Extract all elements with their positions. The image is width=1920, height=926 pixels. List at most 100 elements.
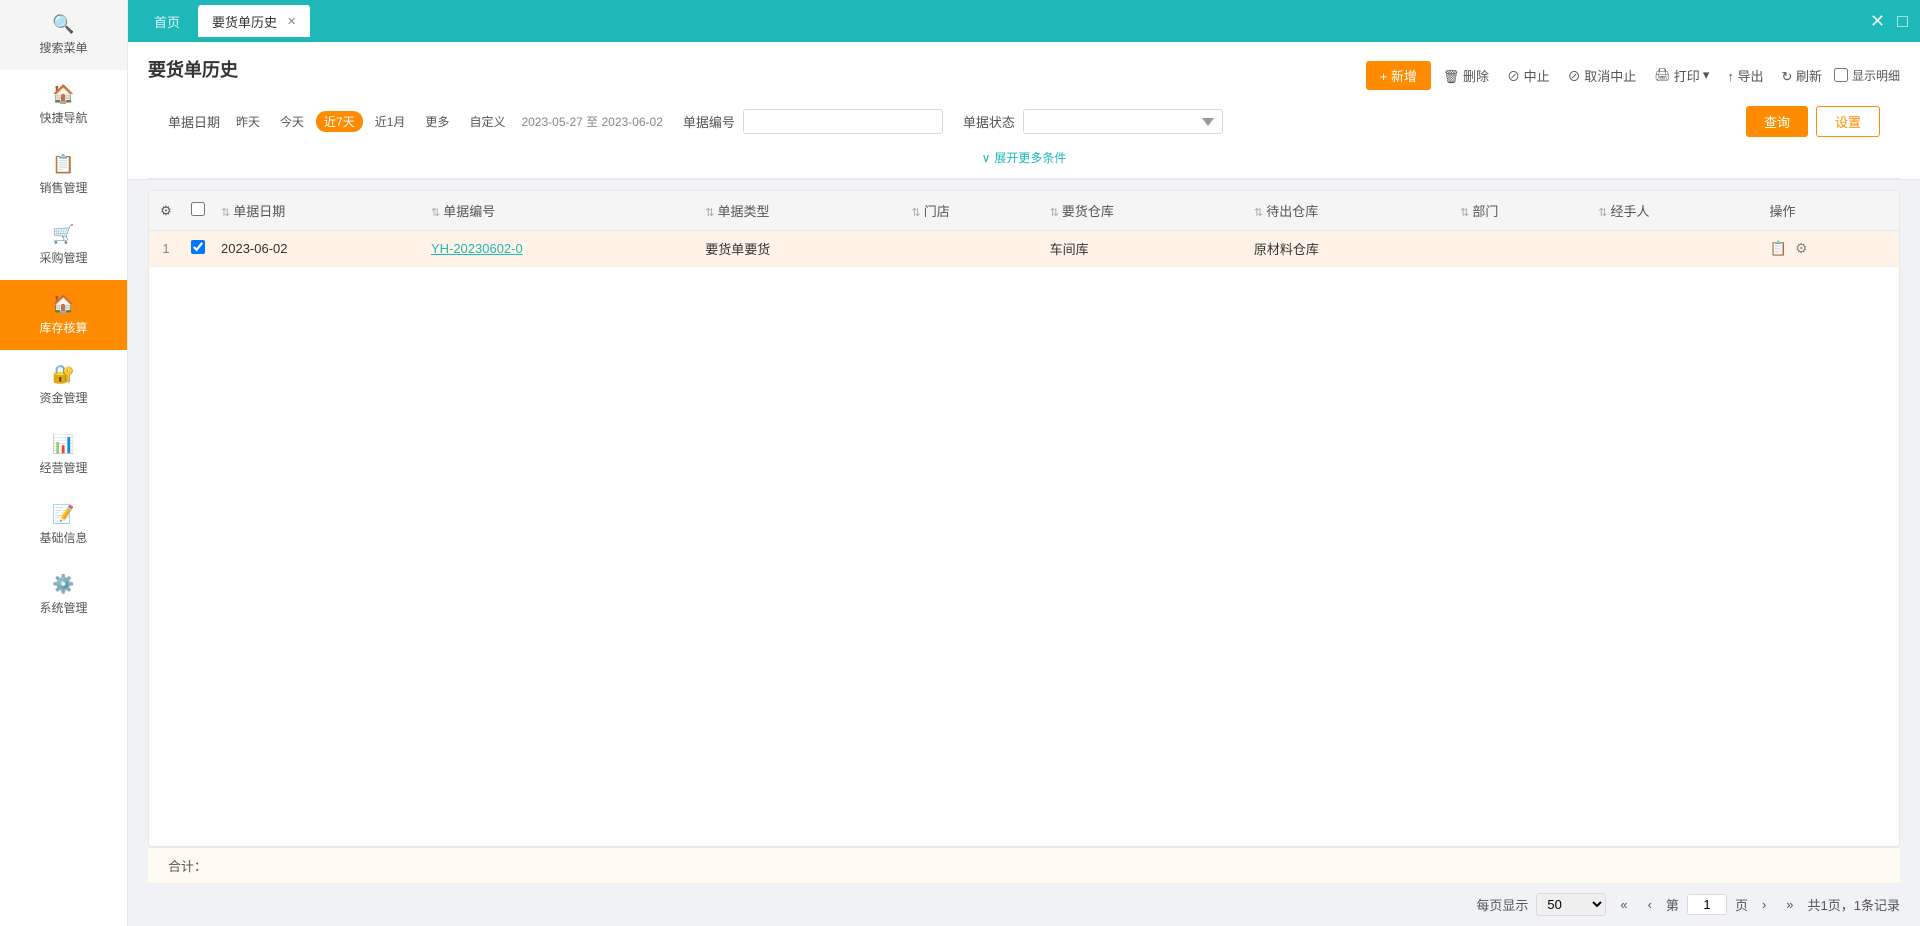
page-header: 要货单历史 + 新增 🗑 删除 ⊘ 中止 ⊘ 取消中止 🖨 打印 ▾ ↑ 导出 … bbox=[128, 42, 1920, 180]
row-checkbox-cell bbox=[183, 231, 213, 267]
col-dept[interactable]: 部门 bbox=[1452, 191, 1590, 231]
table-container: ⚙ 单据日期 单据编号 单据类型 门店 要货仓库 待出仓库 部门 经手人 操作 bbox=[148, 190, 1900, 847]
print-label: 打印 bbox=[1674, 66, 1700, 85]
row-doc-number[interactable]: YH-20230602-0 bbox=[423, 231, 697, 267]
select-all-checkbox[interactable] bbox=[191, 202, 205, 216]
purchase-icon: 🛒 bbox=[52, 224, 74, 245]
date-btn-today[interactable]: 今天 bbox=[272, 111, 312, 132]
sidebar-item-ops[interactable]: 📊 经营管理 bbox=[0, 420, 127, 490]
tab-requisition-label: 要货单历史 bbox=[212, 12, 277, 31]
next-page-btn[interactable]: › bbox=[1756, 895, 1772, 914]
col-doc-date[interactable]: 单据日期 bbox=[213, 191, 423, 231]
row-checkbox[interactable] bbox=[191, 240, 205, 254]
print-icon: 🖨 bbox=[1654, 67, 1671, 83]
sidebar-item-sys[interactable]: ⚙️ 系统管理 bbox=[0, 560, 127, 630]
date-btn-custom[interactable]: 自定义 bbox=[461, 111, 513, 132]
settings-button[interactable]: 设置 bbox=[1816, 106, 1880, 137]
sidebar-item-inventory[interactable]: 🏠 库存核算 bbox=[0, 280, 127, 350]
basic-info-icon: 📝 bbox=[52, 504, 74, 525]
page-title: 要货单历史 bbox=[148, 56, 238, 82]
summary-bar: 合计： bbox=[148, 847, 1900, 883]
col-req-warehouse[interactable]: 要货仓库 bbox=[1042, 191, 1246, 231]
sidebar-item-label: 快捷导航 bbox=[39, 109, 87, 126]
tab-home[interactable]: 首页 bbox=[140, 5, 194, 37]
doc-number-input[interactable] bbox=[743, 109, 943, 134]
date-btn-7days[interactable]: 近7天 bbox=[316, 111, 363, 132]
current-page-input[interactable] bbox=[1687, 894, 1727, 915]
row-doc-type: 要货单要货 bbox=[697, 231, 903, 267]
sidebar-item-quick-nav[interactable]: 🏠 快捷导航 bbox=[0, 70, 127, 140]
row-dept bbox=[1452, 231, 1590, 267]
table-header-row: ⚙ 单据日期 单据编号 单据类型 门店 要货仓库 待出仓库 部门 经手人 操作 bbox=[149, 191, 1899, 231]
sidebar-item-label: 搜索菜单 bbox=[39, 39, 87, 56]
export-button[interactable]: ↑ 导出 bbox=[1721, 62, 1769, 89]
doc-number-label: 单据编号 bbox=[683, 112, 735, 131]
sidebar-item-finance[interactable]: 🔐 资金管理 bbox=[0, 350, 127, 420]
row-num: 1 bbox=[149, 231, 183, 267]
show-detail-checkbox-area[interactable]: 显示明细 bbox=[1834, 67, 1900, 84]
sidebar-item-label: 系统管理 bbox=[39, 599, 87, 616]
finance-icon: 🔐 bbox=[52, 364, 74, 385]
stop-button[interactable]: ⊘ 中止 bbox=[1501, 62, 1556, 89]
status-filter: 单据状态 bbox=[963, 109, 1223, 134]
row-actions: 📋 ⚙ bbox=[1762, 231, 1899, 267]
row-pending-warehouse: 原材料仓库 bbox=[1246, 231, 1452, 267]
page-suffix-label: 页 bbox=[1735, 895, 1748, 914]
date-btn-more[interactable]: 更多 bbox=[417, 111, 457, 132]
date-btn-yesterday[interactable]: 昨天 bbox=[228, 111, 268, 132]
expand-down-icon: ∨ bbox=[982, 151, 991, 165]
row-more-icon[interactable]: ⚙ bbox=[1795, 240, 1808, 257]
tab-requisition-history[interactable]: 要货单历史 ✕ bbox=[198, 5, 310, 37]
sidebar-item-sales[interactable]: 📋 销售管理 bbox=[0, 140, 127, 210]
query-button[interactable]: 查询 bbox=[1746, 106, 1808, 137]
row-handler bbox=[1590, 231, 1761, 267]
print-dropdown-icon: ▾ bbox=[1703, 67, 1710, 83]
date-filter-label: 单据日期 bbox=[168, 112, 220, 131]
show-detail-label: 显示明细 bbox=[1852, 67, 1900, 84]
doc-number-filter: 单据编号 bbox=[683, 109, 943, 134]
date-filter: 单据日期 昨天 今天 近7天 近1月 更多 自定义 2023-05-27 至 2… bbox=[168, 111, 663, 132]
delete-button[interactable]: 🗑 删除 bbox=[1437, 62, 1495, 89]
tab-close-icon[interactable]: ✕ bbox=[287, 15, 296, 28]
row-store bbox=[903, 231, 1041, 267]
first-page-btn[interactable]: « bbox=[1614, 895, 1633, 914]
sys-icon: ⚙️ bbox=[52, 574, 74, 595]
requisition-table: ⚙ 单据日期 单据编号 单据类型 门店 要货仓库 待出仓库 部门 经手人 操作 bbox=[149, 191, 1899, 267]
search-icon: 🔍 bbox=[52, 14, 74, 35]
cancel-stop-button[interactable]: ⊘ 取消中止 bbox=[1562, 62, 1643, 89]
sidebar-item-purchase[interactable]: 🛒 采购管理 bbox=[0, 210, 127, 280]
col-settings[interactable]: ⚙ bbox=[149, 191, 183, 231]
new-button[interactable]: + 新增 bbox=[1366, 61, 1431, 90]
window-restore-icon[interactable]: □ bbox=[1897, 11, 1908, 32]
table-row: 1 2023-06-02 YH-20230602-0 要货单要货 车间库 原材料… bbox=[149, 231, 1899, 267]
page-prefix-label: 第 bbox=[1666, 895, 1679, 914]
col-pending-warehouse[interactable]: 待出仓库 bbox=[1246, 191, 1452, 231]
summary-label: 合计： bbox=[168, 856, 207, 875]
prev-page-btn[interactable]: ‹ bbox=[1642, 895, 1658, 914]
ops-icon: 📊 bbox=[52, 434, 74, 455]
expand-more[interactable]: ∨ 展开更多条件 bbox=[168, 145, 1880, 170]
refresh-button[interactable]: ↻ 刷新 bbox=[1775, 62, 1828, 89]
sidebar-item-label: 资金管理 bbox=[39, 389, 87, 406]
row-req-warehouse: 车间库 bbox=[1042, 231, 1246, 267]
window-close-icon[interactable]: ✕ bbox=[1870, 11, 1885, 32]
per-page-select[interactable]: 50 10 20 100 bbox=[1536, 893, 1606, 916]
col-store[interactable]: 门店 bbox=[903, 191, 1041, 231]
tab-home-label: 首页 bbox=[154, 12, 180, 31]
filter-area: 单据日期 昨天 今天 近7天 近1月 更多 自定义 2023-05-27 至 2… bbox=[148, 94, 1900, 179]
print-button[interactable]: 🖨 打印 ▾ bbox=[1648, 62, 1715, 89]
date-btn-1month[interactable]: 近1月 bbox=[367, 111, 414, 132]
sidebar-item-search-menu[interactable]: 🔍 搜索菜单 bbox=[0, 0, 127, 70]
sidebar-item-label: 基础信息 bbox=[39, 529, 87, 546]
col-handler[interactable]: 经手人 bbox=[1590, 191, 1761, 231]
home-icon: 🏠 bbox=[52, 84, 74, 105]
show-detail-checkbox[interactable] bbox=[1834, 68, 1848, 82]
col-doc-type[interactable]: 单据类型 bbox=[697, 191, 903, 231]
row-edit-icon[interactable]: 📋 bbox=[1770, 240, 1787, 257]
sidebar-item-basic-info[interactable]: 📝 基础信息 bbox=[0, 490, 127, 560]
status-select[interactable] bbox=[1023, 109, 1223, 134]
col-doc-number[interactable]: 单据编号 bbox=[423, 191, 697, 231]
last-page-btn[interactable]: » bbox=[1780, 895, 1799, 914]
col-checkbox bbox=[183, 191, 213, 231]
expand-label: 展开更多条件 bbox=[994, 149, 1066, 166]
